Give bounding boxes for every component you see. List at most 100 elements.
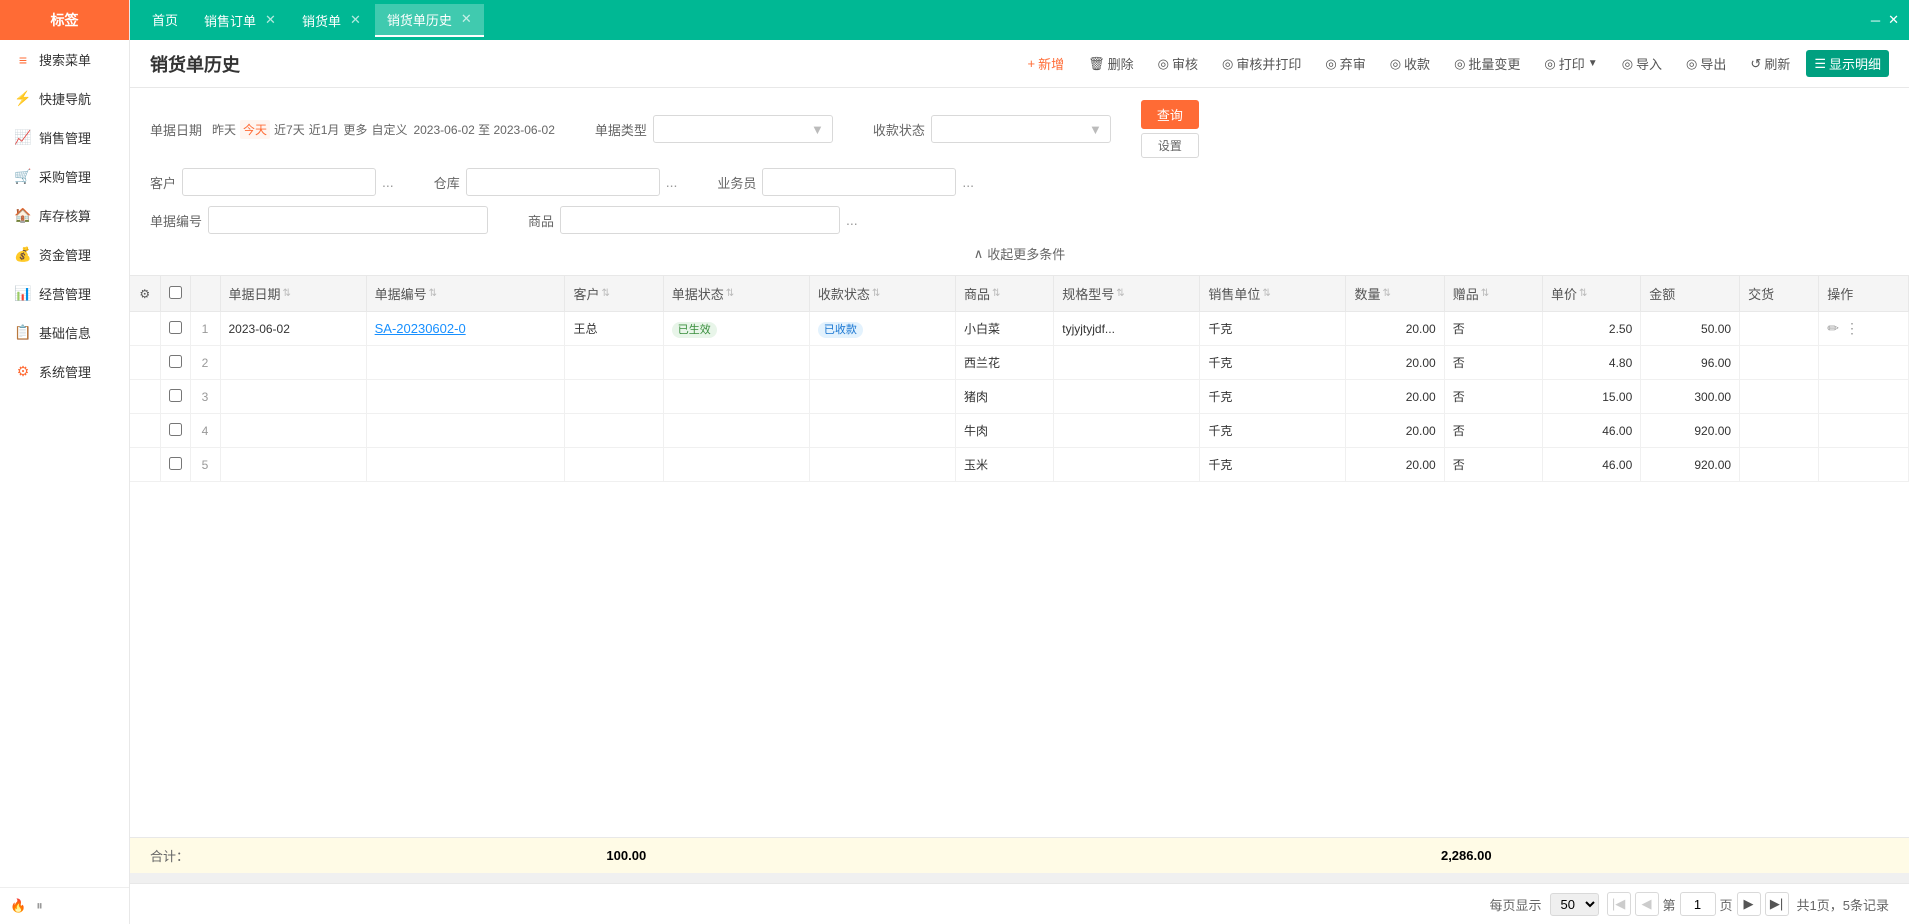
- select-all-checkbox[interactable]: [169, 286, 182, 299]
- sidebar-item-label: 资金管理: [39, 245, 91, 264]
- col-qty[interactable]: 数量 ⇅: [1346, 276, 1444, 312]
- col-checkbox[interactable]: [160, 276, 190, 312]
- audit-button[interactable]: ◎ 审核: [1150, 50, 1206, 77]
- display-detail-button[interactable]: ☰ 显示明细: [1806, 50, 1889, 77]
- product-ellipsis[interactable]: ...: [846, 212, 858, 228]
- print-button[interactable]: ◎ 打印 ▼: [1536, 50, 1605, 77]
- per-page-label: 每页显示: [1489, 895, 1541, 914]
- more-shortcut[interactable]: 更多: [343, 121, 367, 138]
- col-doc-no[interactable]: 单据编号 ⇅: [366, 276, 565, 312]
- row1-product: 小白菜: [955, 312, 1053, 346]
- audit-print-button[interactable]: ◎ 审核并打印: [1214, 50, 1309, 77]
- row5-doc-status: [663, 448, 809, 482]
- export-button[interactable]: ◎ 导出: [1678, 50, 1734, 77]
- next-page-btn[interactable]: ▶: [1737, 892, 1761, 916]
- col-settings[interactable]: ⚙: [130, 276, 160, 312]
- row4-select-checkbox[interactable]: [169, 423, 182, 436]
- row1-select-checkbox[interactable]: [169, 321, 182, 334]
- row3-checkbox[interactable]: [160, 380, 190, 414]
- row1-gift: 否: [1444, 312, 1542, 346]
- last1month-shortcut[interactable]: 近1月: [309, 121, 340, 138]
- setting-button[interactable]: 设置: [1141, 133, 1199, 158]
- current-page-input[interactable]: 1: [1680, 892, 1716, 916]
- row1-doc-no[interactable]: SA-20230602-0: [366, 312, 565, 346]
- close-btn[interactable]: ✕: [1888, 12, 1899, 28]
- horizontal-scrollbar[interactable]: [130, 873, 1909, 883]
- print-dropdown-icon[interactable]: ▼: [1588, 58, 1598, 69]
- row4-unit: 千克: [1200, 414, 1346, 448]
- col-spec[interactable]: 规格型号 ⇅: [1054, 276, 1200, 312]
- col-doc-status[interactable]: 单据状态 ⇅: [663, 276, 809, 312]
- col-payment-status[interactable]: 收款状态 ⇅: [809, 276, 955, 312]
- customer-input[interactable]: [182, 168, 376, 196]
- row1-doc-no-link[interactable]: SA-20230602-0: [375, 321, 466, 336]
- row1-spec: tyjyjtyjdf...: [1054, 312, 1200, 346]
- sidebar-footer-icon1[interactable]: 🔥: [10, 898, 26, 914]
- import-button[interactable]: ◎ 导入: [1614, 50, 1670, 77]
- footer-label: 合计：: [150, 846, 189, 865]
- tab-close-sales-delivery[interactable]: ✕: [350, 12, 361, 28]
- warehouse-input[interactable]: [466, 168, 660, 196]
- customer-ellipsis[interactable]: ...: [382, 174, 394, 190]
- sidebar-item-finance[interactable]: 💰 资金管理: [0, 235, 129, 274]
- col-doc-date[interactable]: 单据日期 ⇅: [220, 276, 366, 312]
- tab-sales-order[interactable]: 销售订单 ✕: [192, 4, 288, 37]
- product-input[interactable]: [560, 206, 840, 234]
- sidebar-item-quick-nav[interactable]: ⚡ 快捷导航: [0, 79, 129, 118]
- first-page-btn[interactable]: |◀: [1607, 892, 1631, 916]
- col-product[interactable]: 商品 ⇅: [955, 276, 1053, 312]
- batch-change-button[interactable]: ◎ 批量变更: [1446, 50, 1528, 77]
- col-unit[interactable]: 销售单位 ⇅: [1200, 276, 1346, 312]
- row2-checkbox[interactable]: [160, 346, 190, 380]
- col-customer[interactable]: 客户 ⇅: [565, 276, 663, 312]
- toggle-more-conditions[interactable]: ∧ 收起更多条件: [150, 244, 1889, 263]
- col-gift[interactable]: 赠品 ⇅: [1444, 276, 1542, 312]
- sidebar-item-search-menu[interactable]: ≡ 搜索菜单: [0, 40, 129, 79]
- last7days-shortcut[interactable]: 近7天: [274, 121, 305, 138]
- row1-qty: 20.00: [1346, 312, 1444, 346]
- last-page-btn[interactable]: ▶|: [1765, 892, 1789, 916]
- page-label2: 页: [1720, 895, 1733, 914]
- tab-close-sales-order[interactable]: ✕: [265, 12, 276, 28]
- per-page-select[interactable]: 50: [1550, 893, 1599, 916]
- minimize-btn[interactable]: ─: [1871, 13, 1880, 28]
- prev-page-btn[interactable]: ◀: [1635, 892, 1659, 916]
- collect-button[interactable]: ◎ 收款: [1382, 50, 1438, 77]
- yesterday-shortcut[interactable]: 昨天: [212, 121, 236, 138]
- sidebar-item-basic-info[interactable]: 📋 基础信息: [0, 313, 129, 352]
- footer-total-amount: 2,286.00: [1441, 848, 1492, 863]
- row3-action: [1819, 380, 1909, 414]
- sidebar-item-operations[interactable]: 📊 经营管理: [0, 274, 129, 313]
- custom-shortcut[interactable]: 自定义: [371, 121, 407, 138]
- sidebar-item-inventory[interactable]: 🏠 库存核算: [0, 196, 129, 235]
- query-button[interactable]: 查询: [1141, 100, 1199, 129]
- tab-close-sales-history[interactable]: ✕: [461, 11, 472, 27]
- warehouse-ellipsis[interactable]: ...: [666, 174, 678, 190]
- sidebar-item-sales-mgmt[interactable]: 📈 销售管理: [0, 118, 129, 157]
- today-shortcut[interactable]: 今天: [240, 120, 270, 139]
- doc-type-select[interactable]: ▼: [653, 115, 833, 143]
- sidebar-footer-icon2[interactable]: ⏸: [36, 898, 43, 914]
- delete-button[interactable]: 🗑 删除: [1080, 50, 1142, 77]
- row5-checkbox[interactable]: [160, 448, 190, 482]
- row1-edit-icon[interactable]: ✏: [1827, 320, 1839, 337]
- tab-sales-delivery[interactable]: 销货单 ✕: [290, 4, 373, 37]
- row2-select-checkbox[interactable]: [169, 355, 182, 368]
- add-button[interactable]: + 新增: [1019, 50, 1072, 77]
- row5-select-checkbox[interactable]: [169, 457, 182, 470]
- tab-sales-history[interactable]: 销货单历史 ✕: [375, 4, 484, 37]
- row3-select-checkbox[interactable]: [169, 389, 182, 402]
- sidebar-item-purchase-mgmt[interactable]: 🛒 采购管理: [0, 157, 129, 196]
- col-unit-price[interactable]: 单价 ⇅: [1542, 276, 1640, 312]
- tab-home[interactable]: 首页: [140, 4, 190, 37]
- sidebar-item-system-mgmt[interactable]: ⚙ 系统管理: [0, 352, 129, 391]
- salesperson-ellipsis[interactable]: ...: [962, 174, 974, 190]
- row1-more-icon[interactable]: ⋮: [1845, 320, 1859, 337]
- abandon-button[interactable]: ◎ 弃审: [1317, 50, 1373, 77]
- row4-checkbox[interactable]: [160, 414, 190, 448]
- salesperson-input[interactable]: [762, 168, 956, 196]
- doc-no-input[interactable]: [208, 206, 488, 234]
- row1-checkbox[interactable]: [160, 312, 190, 346]
- payment-status-select[interactable]: ▼: [931, 115, 1111, 143]
- refresh-button[interactable]: ↺ 刷新: [1742, 50, 1798, 77]
